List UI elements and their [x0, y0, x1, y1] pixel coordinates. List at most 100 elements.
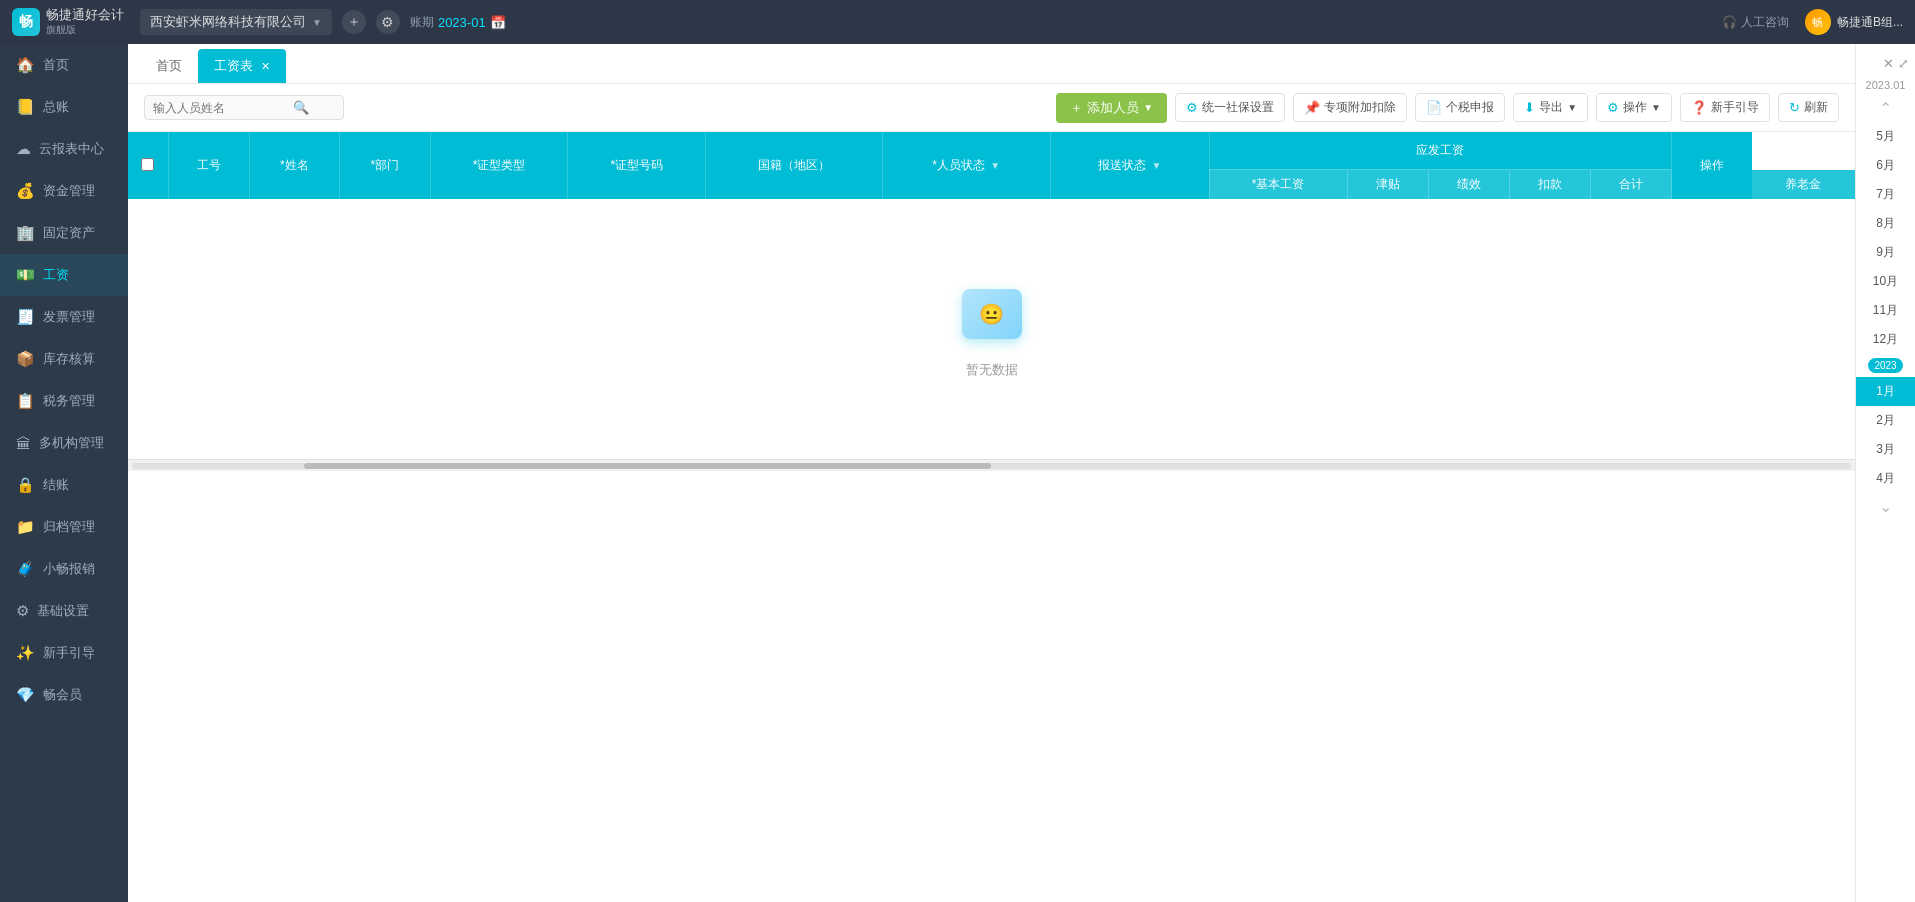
tab-salary-table[interactable]: 工资表 ✕ — [198, 49, 286, 83]
add-btn-label: 添加人员 — [1087, 99, 1139, 117]
month-1[interactable]: 1月 — [1856, 377, 1915, 406]
settings-icon: ⚙ — [16, 602, 29, 620]
checkbox-header[interactable] — [128, 132, 168, 199]
th-personnel-status[interactable]: *人员状态 ▼ — [882, 132, 1050, 199]
guide-label: 新手引导 — [1711, 99, 1759, 116]
sidebar-item-label: 新手引导 — [43, 644, 95, 662]
sidebar-item-home[interactable]: 🏠 首页 — [0, 44, 128, 86]
headset-icon: 🎧 — [1722, 15, 1737, 29]
period-display-text: 2023.01 — [1866, 79, 1906, 91]
sidebar-item-label: 结账 — [43, 476, 69, 494]
logo: 畅 畅捷通好会计 旗舰版 — [12, 7, 124, 37]
th-payroll-group: 应发工资 — [1209, 132, 1672, 170]
social-settings-button[interactable]: ⚙ 统一社保设置 — [1175, 93, 1285, 122]
sidebar-item-label: 云报表中心 — [39, 140, 104, 158]
select-all-checkbox[interactable] — [141, 158, 154, 171]
sidebar-item-close-account[interactable]: 🔒 结账 — [0, 464, 128, 506]
sidebar-item-fixed-assets[interactable]: 🏢 固定资产 — [0, 212, 128, 254]
user-info[interactable]: 畅 畅捷通B组... — [1805, 9, 1903, 35]
main-layout: 🏠 首页 📒 总账 ☁ 云报表中心 💰 资金管理 🏢 固定资产 💵 工资 🧾 发… — [0, 44, 1915, 902]
operations-chevron-icon: ▼ — [1651, 102, 1661, 113]
operations-button[interactable]: ⚙ 操作 ▼ — [1596, 93, 1672, 122]
month-10[interactable]: 10月 — [1856, 267, 1915, 296]
sidebar-item-multi-org[interactable]: 🏛 多机构管理 — [0, 422, 128, 464]
month-7[interactable]: 7月 — [1856, 180, 1915, 209]
scroll-track — [132, 463, 1851, 469]
sidebar-item-cloud-report[interactable]: ☁ 云报表中心 — [0, 128, 128, 170]
add-person-button[interactable]: ＋ 添加人员 ▼ — [1056, 93, 1167, 123]
month-2[interactable]: 2月 — [1856, 406, 1915, 435]
month-8[interactable]: 8月 — [1856, 209, 1915, 238]
sidebar-item-expense[interactable]: 🧳 小畅报销 — [0, 548, 128, 590]
refresh-icon: ↻ — [1789, 100, 1800, 115]
sidebar-item-ledger[interactable]: 📒 总账 — [0, 86, 128, 128]
scroll-down-button[interactable]: ⌄ — [1856, 493, 1915, 520]
guide-icon: ✨ — [16, 644, 35, 662]
th-pension: 养老金 — [1752, 170, 1855, 200]
search-input[interactable] — [153, 101, 293, 115]
sidebar-item-archive[interactable]: 📁 归档管理 — [0, 506, 128, 548]
th-deduction: 扣款 — [1509, 170, 1590, 200]
content-area: 首页 工资表 ✕ 🔍 ＋ 添加人员 ▼ ⚙ 统一社保设置 — [128, 44, 1855, 902]
special-deduction-icon: 📌 — [1304, 100, 1320, 115]
th-report-status[interactable]: 报送状态 ▼ — [1050, 132, 1209, 199]
scroll-up-button[interactable]: ⌃ — [1856, 95, 1915, 122]
add-icon: ＋ — [1070, 99, 1083, 117]
logo-sub: 旗舰版 — [46, 23, 124, 37]
sidebar-item-salary[interactable]: 💵 工资 — [0, 254, 128, 296]
close-panel-icon[interactable]: ✕ — [1883, 56, 1894, 71]
refresh-button[interactable]: ↻ 刷新 — [1778, 93, 1839, 122]
sidebar-item-fund[interactable]: 💰 资金管理 — [0, 170, 128, 212]
sidebar-item-member[interactable]: 💎 畅会员 — [0, 674, 128, 716]
add-company-button[interactable]: ＋ — [342, 10, 366, 34]
sidebar-item-basic-settings[interactable]: ⚙ 基础设置 — [0, 590, 128, 632]
individual-tax-button[interactable]: 📄 个税申报 — [1415, 93, 1505, 122]
sidebar-item-invoice[interactable]: 🧾 发票管理 — [0, 296, 128, 338]
export-button[interactable]: ⬇ 导出 ▼ — [1513, 93, 1588, 122]
expand-panel-icon[interactable]: ⤢ — [1898, 56, 1909, 71]
tab-home[interactable]: 首页 — [140, 49, 198, 83]
sidebar-item-label: 发票管理 — [43, 308, 95, 326]
company-selector[interactable]: 西安虾米网络科技有限公司 ▼ — [140, 9, 332, 35]
scroll-thumb[interactable] — [304, 463, 992, 469]
social-settings-icon: ⚙ — [1186, 100, 1198, 115]
empty-box-icon — [962, 289, 1022, 339]
period-value: 2023-01 — [438, 15, 486, 30]
month-5[interactable]: 5月 — [1856, 122, 1915, 151]
th-id-type: *证型类型 — [430, 132, 568, 199]
search-icon: 🔍 — [293, 100, 309, 115]
support-label: 人工咨询 — [1741, 14, 1789, 31]
settings-button[interactable]: ⚙ — [376, 10, 400, 34]
sidebar-item-label: 小畅报销 — [43, 560, 95, 578]
chevron-down-icon: ▼ — [312, 17, 322, 28]
horizontal-scrollbar[interactable] — [128, 459, 1855, 471]
year-badge-2023: 2023 — [1868, 358, 1902, 373]
sidebar-item-guide[interactable]: ✨ 新手引导 — [0, 632, 128, 674]
th-total: 合计 — [1591, 170, 1672, 200]
empty-cell: 暂无数据 — [128, 199, 1855, 459]
month-3[interactable]: 3月 — [1856, 435, 1915, 464]
month-6[interactable]: 6月 — [1856, 151, 1915, 180]
month-12[interactable]: 12月 — [1856, 325, 1915, 354]
multi-org-icon: 🏛 — [16, 435, 31, 452]
period-label: 账期 — [410, 14, 434, 31]
operations-label: 操作 — [1623, 99, 1647, 116]
sidebar-item-inventory[interactable]: 📦 库存核算 — [0, 338, 128, 380]
social-settings-label: 统一社保设置 — [1202, 99, 1274, 116]
month-11[interactable]: 11月 — [1856, 296, 1915, 325]
th-employee-id: 工号 — [168, 132, 249, 199]
salary-table: 工号 *姓名 *部门 *证型类型 *证型号码 国籍（地区） *人员状态 ▼ 报送… — [128, 132, 1855, 459]
sidebar-item-tax[interactable]: 📋 税务管理 — [0, 380, 128, 422]
special-deduction-button[interactable]: 📌 专项附加扣除 — [1293, 93, 1407, 122]
tax-icon: 📋 — [16, 392, 35, 410]
month-4[interactable]: 4月 — [1856, 464, 1915, 493]
cloud-icon: ☁ — [16, 140, 31, 158]
guide-button[interactable]: ❓ 新手引导 — [1680, 93, 1770, 122]
avatar: 畅 — [1805, 9, 1831, 35]
tab-close-icon[interactable]: ✕ — [261, 60, 270, 73]
support-button[interactable]: 🎧 人工咨询 — [1722, 14, 1789, 31]
calendar-icon[interactable]: 📅 — [490, 15, 506, 30]
sidebar-item-label: 首页 — [43, 56, 69, 74]
sidebar-item-label: 总账 — [43, 98, 69, 116]
month-9[interactable]: 9月 — [1856, 238, 1915, 267]
